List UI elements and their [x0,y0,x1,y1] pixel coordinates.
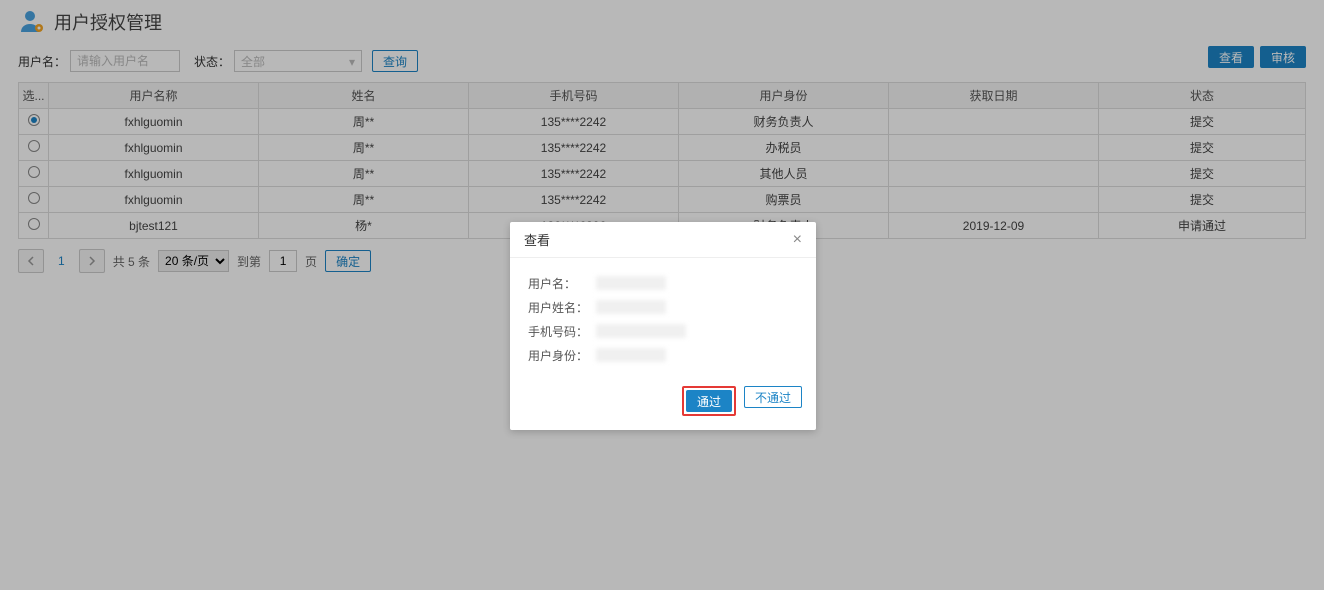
field-label-role: 用户身份： [528,347,596,364]
field-value-username [596,276,666,290]
view-modal: 查看 × 用户名： 用户姓名： 手机号码： 用户身份： 通过 不通过 [510,222,816,430]
field-value-role [596,348,666,362]
approve-highlight: 通过 [682,386,736,416]
field-value-phone [596,324,686,338]
reject-button[interactable]: 不通过 [744,386,802,408]
modal-title: 查看 [524,230,550,249]
modal-footer: 通过 不通过 [510,376,816,430]
field-label-name: 用户姓名： [528,299,596,316]
field-label-phone: 手机号码： [528,323,596,340]
modal-header: 查看 × [510,222,816,258]
approve-button[interactable]: 通过 [686,390,732,412]
modal-body: 用户名： 用户姓名： 手机号码： 用户身份： [510,258,816,376]
field-value-name [596,300,666,314]
field-label-username: 用户名： [528,275,596,292]
close-icon[interactable]: × [793,232,802,248]
